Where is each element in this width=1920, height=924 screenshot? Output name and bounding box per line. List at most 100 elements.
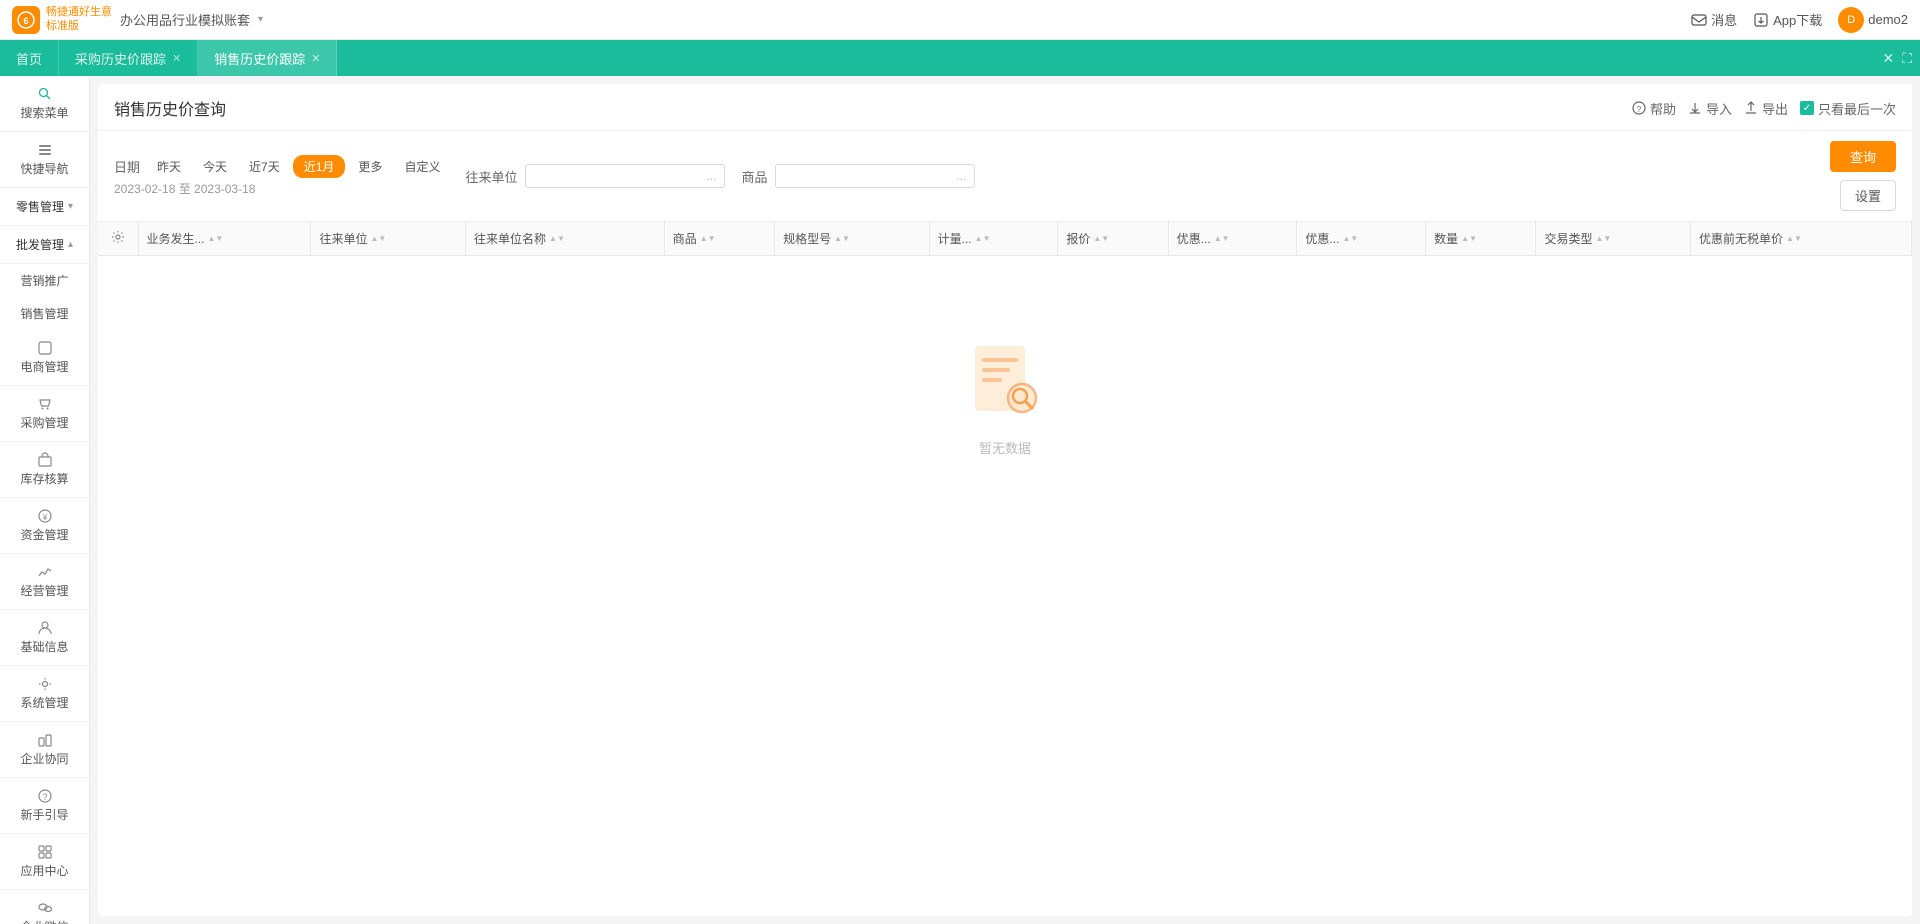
sidebar-item-search-menu[interactable]: 搜索菜单 — [0, 76, 89, 132]
table-col-quantity[interactable]: 数量 ▲▼ — [1426, 222, 1536, 256]
sort-partner-code-icon: ▲▼ — [370, 235, 386, 243]
table-col-partner-name[interactable]: 往来单位名称 ▲▼ — [466, 222, 665, 256]
checkbox-teal-icon: ✓ — [1800, 101, 1814, 115]
sort-spec-icon: ▲▼ — [834, 235, 850, 243]
sidebar-item-wholesale-mgmt[interactable]: 批发管理 ▴ — [0, 226, 89, 264]
date-btn-custom[interactable]: 自定义 — [395, 155, 449, 178]
table-container: 业务发生... ▲▼ 往来单位 ▲▼ — [98, 222, 1912, 916]
help-btn[interactable]: ? 帮助 — [1632, 99, 1676, 118]
wholesale-mgmt-arrow: ▴ — [68, 239, 73, 250]
filter-bar: 日期 昨天 今天 近7天 近1月 更多 自定义 2023-02-18 至 202… — [98, 131, 1912, 222]
sort-goods-icon: ▲▼ — [700, 235, 716, 243]
page-title: 销售历史价查询 — [114, 96, 226, 120]
svg-text:6: 6 — [23, 16, 28, 26]
import-btn[interactable]: 导入 — [1688, 99, 1732, 118]
table-col-unit[interactable]: 计量... ▲▼ — [929, 222, 1058, 256]
user-menu[interactable]: D demo2 — [1838, 7, 1908, 33]
table-header-row: 业务发生... ▲▼ 往来单位 ▲▼ — [98, 222, 1912, 256]
tab-maximize-icon[interactable]: ⛶ — [1902, 50, 1912, 67]
sort-partner-name-icon: ▲▼ — [549, 235, 565, 243]
export-btn[interactable]: 导出 — [1744, 99, 1788, 118]
table-col-quote[interactable]: 报价 ▲▼ — [1058, 222, 1168, 256]
filter-date-block: 日期 昨天 今天 近7天 近1月 更多 自定义 2023-02-18 至 202… — [114, 155, 449, 197]
filter-right-actions: 查询 设置 — [1830, 141, 1896, 211]
sidebar-item-app-center[interactable]: 应用中心 — [0, 834, 89, 890]
sidebar-item-retail-mgmt[interactable]: 零售管理 ▾ — [0, 188, 89, 226]
svg-text:?: ? — [42, 792, 47, 802]
sidebar-item-newbie-guide[interactable]: ? 新手引导 — [0, 778, 89, 834]
tab-actions: ✕ ⛶ — [1874, 40, 1920, 76]
top-bar: 6 畅捷通好生意 标准版 办公用品行业模拟账套 ▾ 消息 App下载 D dem… — [0, 0, 1920, 40]
sidebar-item-marketing[interactable]: 营销推广 — [0, 264, 89, 297]
app-title-dropdown[interactable]: ▾ — [258, 14, 263, 25]
settings-button[interactable]: 设置 — [1840, 180, 1896, 211]
top-bar-left: 6 畅捷通好生意 标准版 办公用品行业模拟账套 ▾ — [12, 6, 263, 34]
logo-area: 6 畅捷通好生意 标准版 — [12, 6, 112, 34]
date-btn-today[interactable]: 今天 — [194, 155, 236, 178]
table-col-goods[interactable]: 商品 ▲▼ — [664, 222, 774, 256]
message-btn[interactable]: 消息 — [1691, 10, 1737, 29]
app-download-btn[interactable]: App下载 — [1753, 10, 1822, 29]
table-col-biz-date[interactable]: 业务发生... ▲▼ — [138, 222, 311, 256]
avatar: D — [1838, 7, 1864, 33]
sidebar-item-purchase-mgmt[interactable]: 采购管理 — [0, 386, 89, 442]
table-col-discount2[interactable]: 优惠... ▲▼ — [1297, 222, 1426, 256]
table-col-trade-type[interactable]: 交易类型 ▲▼ — [1536, 222, 1691, 256]
tab-close-all-icon[interactable]: ✕ — [1882, 50, 1894, 67]
sidebar-item-enterprise-coop[interactable]: 企业协同 — [0, 722, 89, 778]
data-table: 业务发生... ▲▼ 往来单位 ▲▼ — [98, 222, 1912, 256]
date-btn-7days[interactable]: 近7天 — [240, 155, 289, 178]
empty-text: 暂无数据 — [979, 438, 1031, 457]
svg-text:¥: ¥ — [41, 513, 47, 522]
top-bar-right: 消息 App下载 D demo2 — [1691, 7, 1908, 33]
goods-filter-group: 商品 ... — [741, 164, 975, 188]
date-shortcuts: 昨天 今天 近7天 近1月 更多 自定义 — [148, 155, 449, 178]
date-range-text: 2023-02-18 至 2023-03-18 — [114, 180, 449, 197]
table-col-discount1[interactable]: 优惠... ▲▼ — [1168, 222, 1297, 256]
tab-sales-close-icon[interactable]: ✕ — [311, 52, 320, 65]
tab-purchase-close-icon[interactable]: ✕ — [172, 52, 181, 65]
sidebar-item-enterprise-wechat[interactable]: 企业微信 — [0, 890, 89, 924]
date-filter-group: 日期 昨天 今天 近7天 近1月 更多 自定义 — [114, 155, 449, 178]
date-label: 日期 — [114, 157, 140, 176]
empty-icon — [960, 336, 1050, 426]
page-container: 销售历史价查询 ? 帮助 导入 导出 ✓ — [98, 84, 1912, 916]
table-col-partner-code[interactable]: 往来单位 ▲▼ — [311, 222, 466, 256]
date-btn-1month[interactable]: 近1月 — [293, 155, 346, 178]
table-col-pre-tax-price[interactable]: 优惠前无税单价 ▲▼ — [1691, 222, 1912, 256]
tab-bar: 首页 采购历史价跟踪 ✕ 销售历史价跟踪 ✕ ✕ ⛶ — [0, 40, 1920, 76]
partner-input[interactable]: ... — [525, 164, 725, 188]
empty-state: 暂无数据 — [98, 256, 1912, 537]
sidebar-item-system-mgmt[interactable]: 系统管理 — [0, 666, 89, 722]
retail-mgmt-arrow: ▾ — [68, 201, 73, 212]
sidebar-item-finance-mgmt[interactable]: ¥ 资金管理 — [0, 498, 89, 554]
table-col-spec[interactable]: 规格型号 ▲▼ — [775, 222, 930, 256]
sort-trade-type-icon: ▲▼ — [1595, 235, 1611, 243]
page-header: 销售历史价查询 ? 帮助 导入 导出 ✓ — [98, 84, 1912, 131]
sidebar-item-inventory[interactable]: 库存核算 — [0, 442, 89, 498]
tab-sales-history[interactable]: 销售历史价跟踪 ✕ — [198, 40, 337, 76]
goods-label: 商品 — [741, 167, 767, 186]
date-btn-more[interactable]: 更多 — [349, 155, 391, 178]
sort-discount2-icon: ▲▼ — [1342, 235, 1358, 243]
app-title: 办公用品行业模拟账套 — [120, 10, 250, 29]
sort-quote-icon: ▲▼ — [1093, 235, 1109, 243]
sidebar-item-ops-mgmt[interactable]: 经营管理 — [0, 554, 89, 610]
sort-discount1-icon: ▲▼ — [1214, 235, 1230, 243]
tab-home[interactable]: 首页 — [0, 40, 59, 76]
goods-input[interactable]: ... — [775, 164, 975, 188]
svg-text:?: ? — [1637, 105, 1642, 114]
sidebar-item-quick-nav[interactable]: 快捷导航 — [0, 132, 89, 188]
partner-label: 往来单位 — [465, 167, 517, 186]
sort-pre-tax-icon: ▲▼ — [1786, 235, 1802, 243]
only-last-checkbox[interactable]: ✓ 只看最后一次 — [1800, 99, 1896, 118]
sidebar-item-sales-mgmt[interactable]: 销售管理 — [0, 297, 89, 330]
table-col-gear[interactable] — [98, 222, 138, 256]
sidebar-item-basic-info[interactable]: 基础信息 — [0, 610, 89, 666]
sidebar-item-ecom-mgmt[interactable]: 电商管理 — [0, 330, 89, 386]
sort-quantity-icon: ▲▼ — [1461, 235, 1477, 243]
date-btn-yesterday[interactable]: 昨天 — [148, 155, 190, 178]
query-button[interactable]: 查询 — [1830, 141, 1896, 172]
content-area: 销售历史价查询 ? 帮助 导入 导出 ✓ — [90, 76, 1920, 924]
tab-purchase-history[interactable]: 采购历史价跟踪 ✕ — [59, 40, 198, 76]
